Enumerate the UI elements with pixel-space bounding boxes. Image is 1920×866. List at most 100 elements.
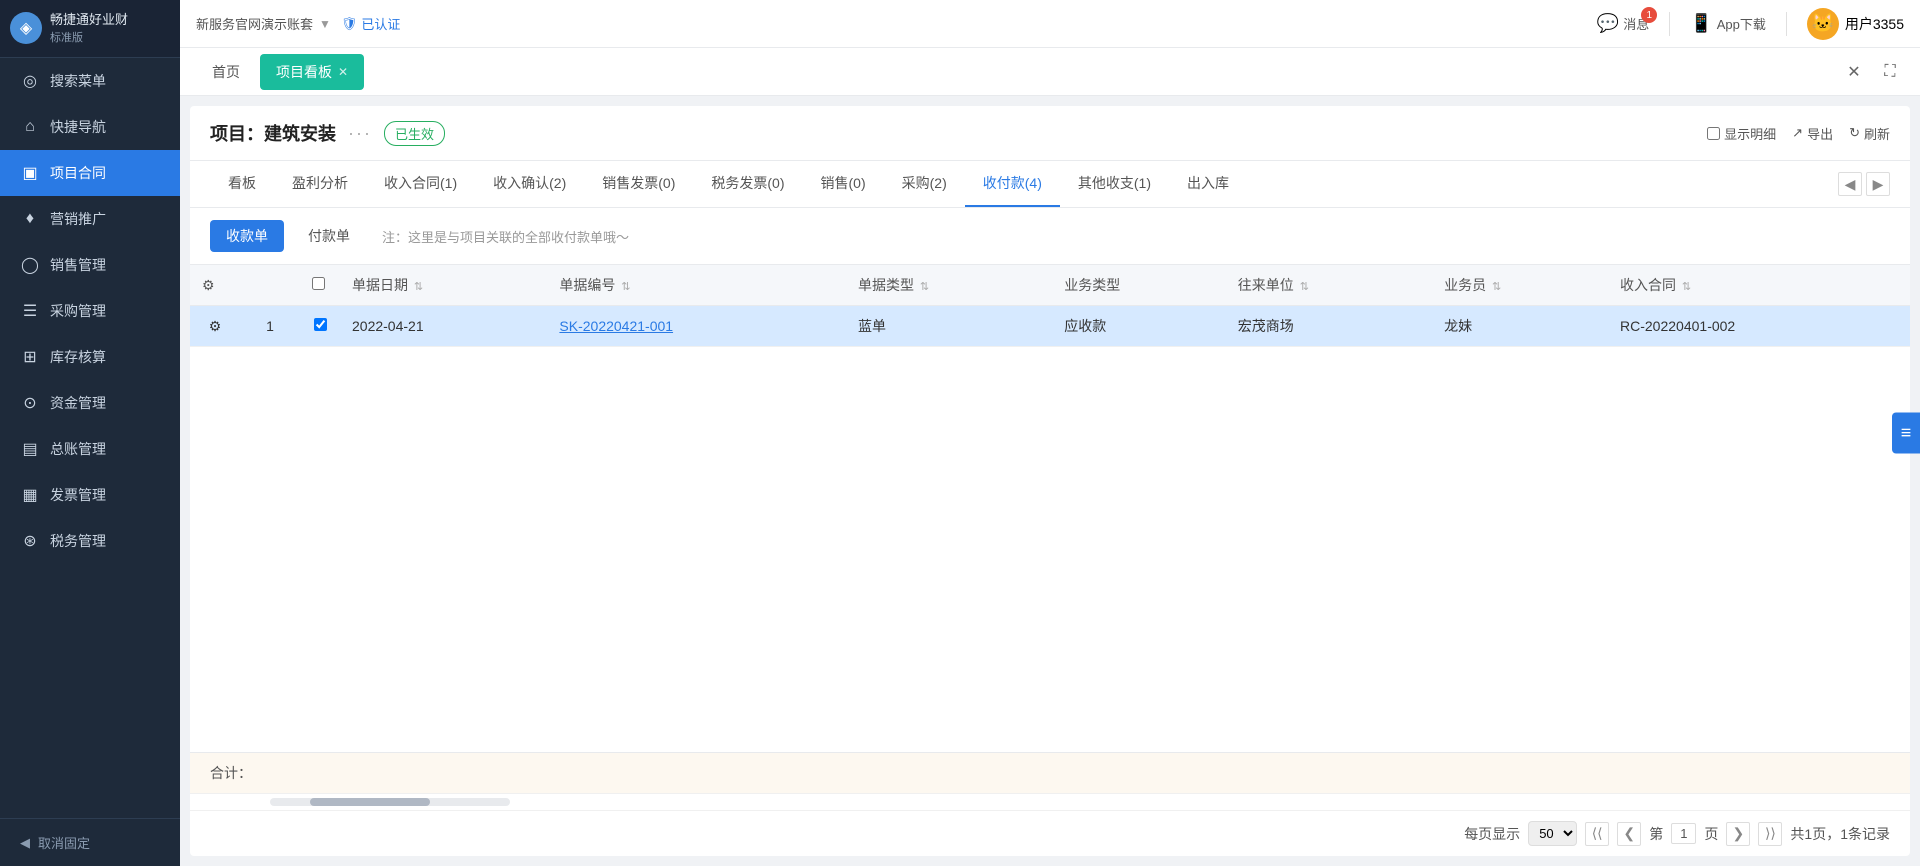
sidebar-item-project[interactable]: ▣ 项目合同 <box>0 150 180 196</box>
sidebar-item-label: 总账管理 <box>50 439 106 459</box>
right-panel-toggle[interactable]: ≡ <box>1892 413 1920 454</box>
content-panel: 项目：建筑安装 ··· 已生效 显示明细 ↗ 导出 ↻ 刷新 <box>190 106 1910 856</box>
certified-badge: 🛡 已认证 <box>341 14 401 33</box>
th-salesperson[interactable]: 业务员 ⇅ <box>1432 265 1608 306</box>
inner-tab-note: 注：这里是与项目关联的全部收付款单哦～ <box>382 227 629 246</box>
sidebar-item-marketing[interactable]: ♦ 营销推广 <box>0 196 180 242</box>
table-row[interactable]: ⚙ 1 2022-04-21 SK-20220421-001 蓝单 应收款 宏茂… <box>190 306 1910 347</box>
subtab-revenue-confirm[interactable]: 收入确认(2) <box>475 161 584 207</box>
sidebar-item-label: 搜索菜单 <box>50 71 106 91</box>
sidebar-item-tax[interactable]: ⊛ 税务管理 <box>0 518 180 564</box>
subtab-in-out[interactable]: 出入库 <box>1169 161 1247 207</box>
tax-icon: ⊛ <box>20 531 40 551</box>
main-content: 新服务官网演示账套 ▼ 🛡 已认证 💬 消息 1 📱 App下载 🐱 用户335… <box>180 0 1920 866</box>
first-page-button[interactable]: ⟨⟨ <box>1585 822 1609 846</box>
sidebar-item-funds[interactable]: ⊙ 资金管理 <box>0 380 180 426</box>
tab-close-icon[interactable]: ✕ <box>338 65 348 79</box>
tab-project-board[interactable]: 项目看板 ✕ <box>260 54 364 90</box>
last-page-button[interactable]: ⟩⟩ <box>1758 822 1782 846</box>
sort-icon: ⇅ <box>1492 281 1501 293</box>
subtab-other-expense[interactable]: 其他收支(1) <box>1060 161 1169 207</box>
message-icon: 💬 <box>1597 13 1619 34</box>
subtab-prev-button[interactable]: ◀ <box>1838 172 1862 196</box>
purchase-icon: ☰ <box>20 301 40 321</box>
shield-icon: 🛡 <box>341 16 358 32</box>
sidebar-item-label: 税务管理 <box>50 531 106 551</box>
sidebar-item-invoice[interactable]: ▦ 发票管理 <box>0 472 180 518</box>
refresh-button[interactable]: ↻ 刷新 <box>1849 124 1890 143</box>
sidebar-item-inventory[interactable]: ⊞ 库存核算 <box>0 334 180 380</box>
account-selector[interactable]: 新服务官网演示账套 ▼ <box>196 14 331 33</box>
marketing-icon: ♦ <box>20 210 40 228</box>
subtab-kanban[interactable]: 看板 <box>210 161 274 207</box>
subtab-sales[interactable]: 销售(0) <box>803 161 884 207</box>
row-revenue-contract-cell: RC-20220401-002 <box>1608 306 1910 347</box>
sidebar-item-sales[interactable]: ◯ 销售管理 <box>0 242 180 288</box>
per-page-select[interactable]: 50 <box>1528 821 1577 846</box>
more-options-button[interactable]: ··· <box>348 123 372 144</box>
show-detail-input[interactable] <box>1707 127 1720 140</box>
th-gear[interactable]: ⚙ <box>190 265 240 306</box>
page-label: 第 <box>1649 824 1663 844</box>
th-date[interactable]: 单据日期 ⇅ <box>340 265 547 306</box>
sidebar-item-label: 库存核算 <box>50 347 106 367</box>
subtab-profit[interactable]: 盈利分析 <box>274 161 366 207</box>
export-button[interactable]: ↗ 导出 <box>1792 124 1833 143</box>
cancel-pin-button[interactable]: ◀ 取消固定 <box>0 818 180 866</box>
subtab-revenue-contract[interactable]: 收入合同(1) <box>366 161 475 207</box>
sidebar-item-ledger[interactable]: ▤ 总账管理 <box>0 426 180 472</box>
messages-button[interactable]: 💬 消息 1 <box>1597 13 1649 34</box>
tab-home[interactable]: 首页 <box>196 54 256 90</box>
th-type[interactable]: 单据类型 ⇅ <box>846 265 1052 306</box>
sidebar-item-purchase[interactable]: ☰ 采购管理 <box>0 288 180 334</box>
sidebar-logo-icon: ◈ <box>10 12 42 44</box>
certified-label: 已认证 <box>361 14 400 33</box>
project-icon: ▣ <box>20 163 40 183</box>
app-download-button[interactable]: 📱 App下载 <box>1690 13 1766 34</box>
sales-icon: ◯ <box>20 255 40 275</box>
close-window-button[interactable]: ✕ <box>1840 58 1868 86</box>
sidebar-item-label: 采购管理 <box>50 301 106 321</box>
subtab-tax-invoice[interactable]: 税务发票(0) <box>693 161 802 207</box>
row-code-cell[interactable]: SK-20220421-001 <box>547 306 846 347</box>
sidebar-item-quick[interactable]: ⌂ 快捷导航 <box>0 104 180 150</box>
sidebar-item-label: 快捷导航 <box>50 117 106 137</box>
sidebar-item-label: 项目合同 <box>50 163 106 183</box>
inventory-icon: ⊞ <box>20 347 40 367</box>
subtab-sales-invoice[interactable]: 销售发票(0) <box>584 161 693 207</box>
subtab-purchase[interactable]: 采购(2) <box>884 161 965 207</box>
tabbar-right: ✕ ⛶ <box>1840 58 1904 86</box>
sidebar-item-search[interactable]: ◎ 搜索菜单 <box>0 58 180 104</box>
topbar-actions: 💬 消息 1 📱 App下载 🐱 用户3355 <box>1597 8 1904 40</box>
subtab-receipts[interactable]: 收付款(4) <box>965 161 1060 207</box>
current-page: 1 <box>1671 823 1696 844</box>
user-menu[interactable]: 🐱 用户3355 <box>1807 8 1904 40</box>
th-partner[interactable]: 往来单位 ⇅ <box>1226 265 1432 306</box>
row-gear-cell[interactable]: ⚙ <box>190 306 240 347</box>
row-biz-type-cell: 应收款 <box>1052 306 1226 347</box>
th-checkbox[interactable] <box>300 265 340 306</box>
sidebar-item-label: 销售管理 <box>50 255 106 275</box>
row-checkbox[interactable] <box>314 318 327 331</box>
prev-page-button[interactable]: ❮ <box>1617 822 1641 846</box>
horizontal-scrollbar[interactable] <box>270 798 510 806</box>
inner-tab-payments[interactable]: 付款单 <box>292 220 366 252</box>
select-all-checkbox[interactable] <box>312 277 325 290</box>
project-header-actions: 显示明细 ↗ 导出 ↻ 刷新 <box>1707 124 1890 143</box>
show-detail-checkbox[interactable]: 显示明细 <box>1707 124 1776 143</box>
sidebar-item-label: 营销推广 <box>50 209 106 229</box>
sidebar-brand-info: 畅捷通好业财 标准版 <box>50 12 128 45</box>
expand-window-button[interactable]: ⛶ <box>1876 58 1904 86</box>
row-partner-cell: 宏茂商场 <box>1226 306 1432 347</box>
th-code[interactable]: 单据编号 ⇅ <box>547 265 846 306</box>
th-revenue-contract[interactable]: 收入合同 ⇅ <box>1608 265 1910 306</box>
inner-tabs: 收款单 付款单 注：这里是与项目关联的全部收付款单哦～ <box>190 208 1910 265</box>
next-page-button[interactable]: ❯ <box>1726 822 1750 846</box>
panel-icon: ≡ <box>1901 423 1912 444</box>
subtab-next-button[interactable]: ▶ <box>1866 172 1890 196</box>
ledger-icon: ▤ <box>20 439 40 459</box>
record-link[interactable]: SK-20220421-001 <box>559 318 673 334</box>
inner-tab-receipts[interactable]: 收款单 <box>210 220 284 252</box>
scrollbar-thumb[interactable] <box>310 798 430 806</box>
row-checkbox-cell[interactable] <box>300 306 340 347</box>
